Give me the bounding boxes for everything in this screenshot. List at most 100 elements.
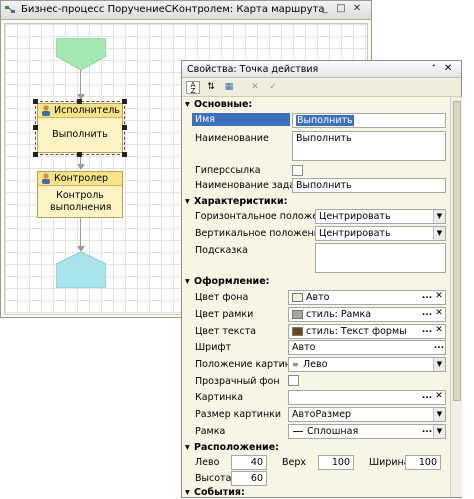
maximize-icon[interactable]: □ — [335, 3, 347, 14]
pic-pos-value: Лево — [303, 359, 328, 370]
text-color-swatch — [292, 327, 303, 336]
halign-select[interactable]: Центрировать ▼ — [315, 209, 446, 224]
tooltip-field[interactable] — [315, 243, 446, 273]
section-toggle-icon[interactable]: ▾ — [185, 442, 190, 453]
resize-handle[interactable] — [77, 99, 82, 104]
valign-select[interactable]: Центрировать ▼ — [315, 226, 446, 241]
picture-label: Картинка — [195, 392, 244, 403]
title-value: Выполнить — [296, 133, 352, 144]
end-node[interactable] — [56, 252, 106, 288]
more-icon[interactable]: ... — [421, 391, 433, 404]
connector-line — [80, 218, 81, 248]
height-label: Высота — [195, 473, 232, 484]
height-field[interactable]: 60 — [231, 471, 267, 486]
chevron-down-icon[interactable]: ▼ — [433, 227, 445, 240]
width-label: Ширина — [369, 457, 410, 468]
hyperlink-checkbox[interactable] — [292, 165, 303, 176]
bg-color-value: Авто — [306, 292, 330, 303]
font-value: Авто — [292, 342, 316, 353]
name-field[interactable]: Выполнить — [292, 113, 446, 128]
chevron-down-icon[interactable]: ▼ — [433, 425, 445, 438]
delete-icon[interactable]: ✕ — [248, 81, 262, 94]
title-label: Наименование — [195, 133, 269, 144]
resize-handle[interactable] — [33, 99, 38, 104]
tooltip-label: Подсказка — [195, 245, 248, 256]
align-left-icon: ≡ — [292, 360, 299, 369]
connector-arrow — [77, 164, 85, 170]
more-icon[interactable]: ... — [421, 425, 433, 438]
minimize-icon[interactable]: _ — [319, 3, 331, 14]
bg-color-swatch — [292, 293, 303, 302]
resize-handle[interactable] — [122, 99, 127, 104]
clear-icon[interactable]: ✕ — [433, 308, 445, 321]
font-field[interactable]: Авто ... — [288, 340, 446, 355]
performer-node-title: Исполнитель — [54, 105, 120, 116]
resize-handle[interactable] — [122, 125, 127, 130]
name-label: Имя — [195, 114, 215, 125]
left-field[interactable]: 40 — [231, 455, 267, 470]
more-icon[interactable]: ... — [421, 308, 433, 321]
chevron-down-icon[interactable]: ▼ — [433, 358, 445, 371]
clear-icon[interactable]: ✕ — [433, 391, 445, 404]
user-icon — [41, 105, 51, 116]
section-events: События: — [194, 487, 245, 498]
close-icon[interactable]: ✕ — [444, 63, 452, 74]
width-field[interactable]: 100 — [405, 455, 441, 470]
text-color-label: Цвет текста — [195, 326, 257, 337]
pic-pos-select[interactable]: ≡ Лево ▼ — [288, 357, 446, 372]
sort-alpha-icon[interactable]: AZ — [186, 81, 200, 95]
border-color-field[interactable]: стиль: Рамка ... ✕ — [288, 307, 446, 322]
more-icon[interactable]: ... — [421, 325, 433, 338]
section-toggle-icon[interactable]: ▾ — [185, 196, 190, 207]
sort-icon[interactable]: ⇅ — [204, 81, 218, 94]
performer-node[interactable]: Исполнитель Выполнить — [37, 103, 123, 153]
top-field[interactable]: 100 — [318, 455, 354, 470]
picture-field[interactable]: ... ✕ — [288, 390, 446, 405]
user-icon — [41, 173, 51, 184]
clear-icon[interactable]: ✕ — [433, 291, 445, 304]
controller-node[interactable]: Контролер Контроль выполнения — [37, 171, 123, 218]
task-title-field[interactable]: Выполнить — [292, 178, 446, 193]
pic-size-label: Размер картинки — [195, 409, 282, 420]
resize-handle[interactable] — [122, 152, 127, 157]
clear-icon[interactable]: ✕ — [433, 325, 445, 338]
scroll-thumb[interactable] — [453, 101, 461, 401]
resize-handle[interactable] — [33, 152, 38, 157]
task-title-value: Выполнить — [296, 180, 352, 191]
panel-titlebar[interactable]: Свойства: Точка действия ✕ ᐩ — [182, 61, 461, 78]
panel-scrollbar[interactable] — [450, 97, 462, 497]
section-toggle-icon[interactable]: ▾ — [185, 487, 190, 498]
text-color-field[interactable]: стиль: Текст формы ... ✕ — [288, 324, 446, 339]
frame-select[interactable]: Сплошная ... ▼ — [288, 424, 446, 439]
pic-pos-label: Положение картинки — [195, 359, 303, 370]
check-icon[interactable]: ✓ — [266, 81, 280, 94]
valign-label: Вертикальное положение — [195, 228, 326, 239]
task-title-label: Наименование задачи — [195, 180, 307, 191]
section-design: Оформление: — [194, 276, 270, 287]
categories-icon[interactable]: ▦ — [222, 81, 236, 94]
solid-line-icon — [293, 431, 303, 432]
name-value: Выполнить — [296, 115, 354, 126]
top-label: Верх — [282, 457, 307, 468]
transparent-checkbox[interactable] — [288, 375, 299, 386]
chevron-down-icon[interactable]: ▼ — [433, 210, 445, 223]
border-color-value: стиль: Рамка — [306, 309, 372, 320]
start-node[interactable] — [56, 38, 106, 70]
section-toggle-icon[interactable]: ▾ — [185, 99, 190, 110]
close-icon[interactable]: ✕ — [351, 3, 363, 14]
title-field[interactable]: Выполнить — [292, 131, 446, 161]
border-color-label: Цвет рамки — [195, 309, 254, 320]
controller-node-header: Контролер — [38, 172, 122, 186]
section-toggle-icon[interactable]: ▾ — [185, 276, 190, 287]
bg-color-field[interactable]: Авто ... ✕ — [288, 290, 446, 305]
window-titlebar[interactable]: Бизнес-процесс ПоручениеСКонтролем: Карт… — [1, 1, 371, 20]
chevron-down-icon[interactable]: ▼ — [433, 408, 445, 421]
frame-value: Сплошная — [307, 426, 359, 437]
left-label: Лево — [195, 457, 220, 468]
resize-handle[interactable] — [33, 125, 38, 130]
pic-size-select[interactable]: АвтоРазмер ▼ — [288, 407, 446, 422]
window-title: Бизнес-процесс ПоручениеСКонтролем: Карт… — [21, 4, 325, 15]
more-icon[interactable]: ... — [421, 291, 433, 304]
pin-icon[interactable]: ᐩ — [432, 63, 436, 73]
more-icon[interactable]: ... — [433, 341, 445, 354]
